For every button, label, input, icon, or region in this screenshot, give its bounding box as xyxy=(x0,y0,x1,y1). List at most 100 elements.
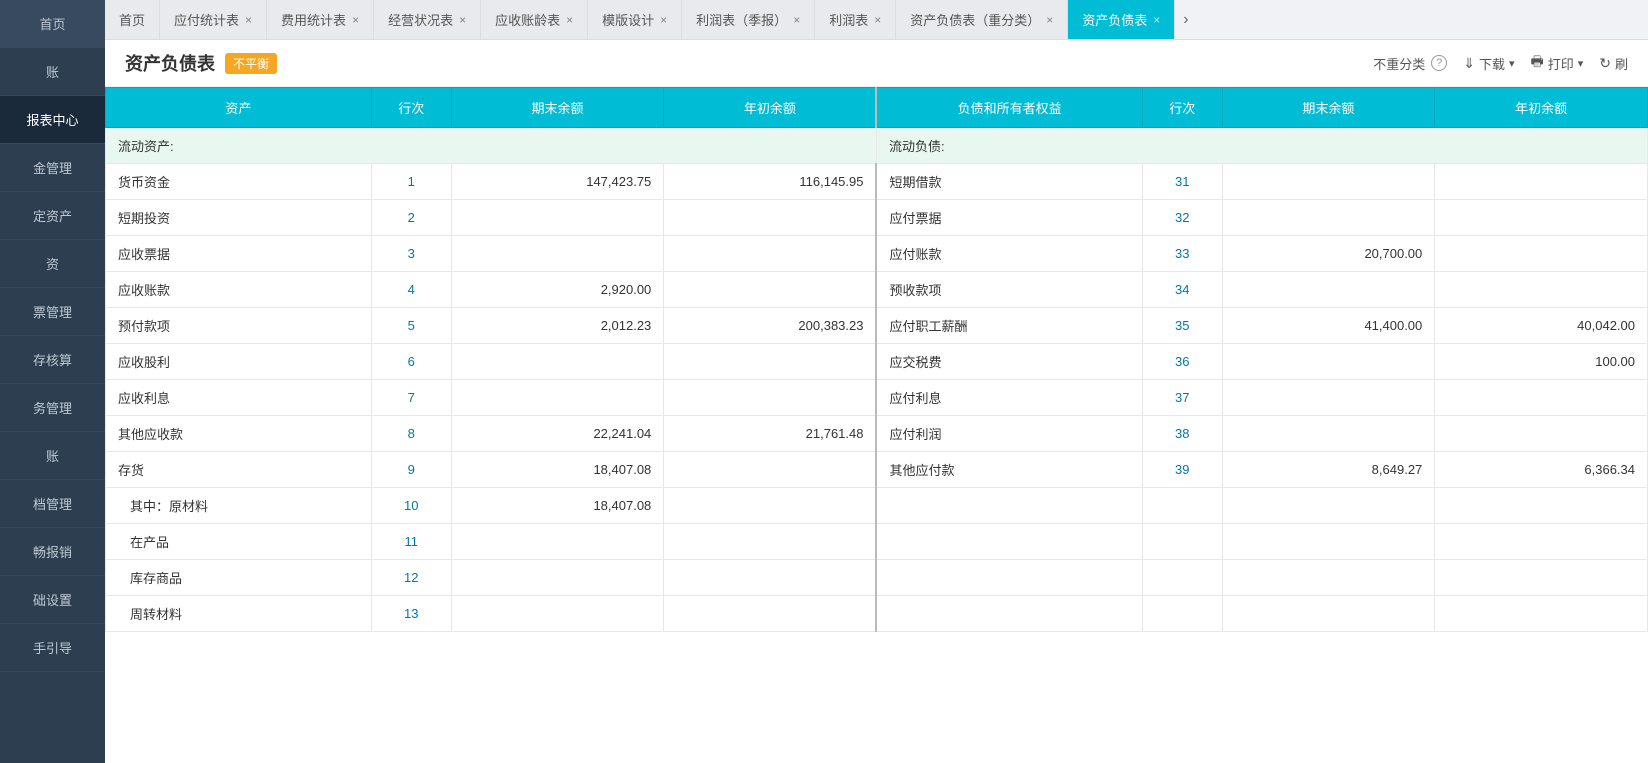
end-balance2[interactable]: 20,700.00 xyxy=(1222,236,1435,272)
end-balance2[interactable] xyxy=(1222,272,1435,308)
start-balance2[interactable] xyxy=(1435,596,1648,632)
start-balance[interactable]: 200,383.23 xyxy=(664,308,877,344)
sidebar-item-guide[interactable]: 手引导 xyxy=(0,624,105,672)
asset-name[interactable]: 短期投资 xyxy=(106,200,372,236)
asset-name[interactable]: 其中：原材料 xyxy=(106,488,372,524)
tab-close-payable-stats[interactable]: × xyxy=(245,13,252,27)
end-balance2[interactable]: 8,649.27 xyxy=(1222,452,1435,488)
tab-operation-status[interactable]: 经营状况表 × xyxy=(374,0,481,40)
asset-name[interactable]: 应收账款 xyxy=(106,272,372,308)
liab-name[interactable]: 短期借款 xyxy=(876,164,1142,200)
start-balance[interactable] xyxy=(664,236,877,272)
start-balance[interactable] xyxy=(664,524,877,560)
liab-name[interactable]: 其他应付款 xyxy=(876,452,1142,488)
liab-name[interactable]: 预收款项 xyxy=(876,272,1142,308)
sidebar-item-expense[interactable]: 畅报销 xyxy=(0,528,105,576)
tab-expense-stats[interactable]: 费用统计表 × xyxy=(267,0,374,40)
action-download[interactable]: ⇓ 下载 ▾ xyxy=(1463,54,1514,73)
start-balance2[interactable] xyxy=(1435,416,1648,452)
asset-name[interactable]: 其他应收款 xyxy=(106,416,372,452)
tab-close-balance-reclassified[interactable]: × xyxy=(1046,13,1053,27)
tab-close-profit[interactable]: × xyxy=(874,13,881,27)
end-balance[interactable]: 147,423.75 xyxy=(451,164,664,200)
action-refresh[interactable]: ↻ 刷 xyxy=(1599,54,1628,73)
start-balance2[interactable]: 6,366.34 xyxy=(1435,452,1648,488)
tab-close-operation-status[interactable]: × xyxy=(459,13,466,27)
asset-name[interactable]: 应收利息 xyxy=(106,380,372,416)
liab-name[interactable]: 应交税费 xyxy=(876,344,1142,380)
tab-close-profit-quarterly[interactable]: × xyxy=(793,13,800,27)
sidebar-item-settings[interactable]: 础设置 xyxy=(0,576,105,624)
end-balance[interactable]: 18,407.08 xyxy=(451,452,664,488)
start-balance2[interactable] xyxy=(1435,380,1648,416)
end-balance2[interactable] xyxy=(1222,596,1435,632)
end-balance2[interactable] xyxy=(1222,200,1435,236)
tab-close-template-design[interactable]: × xyxy=(660,13,667,27)
tab-close-balance-sheet[interactable]: × xyxy=(1153,13,1160,27)
end-balance[interactable] xyxy=(451,344,664,380)
start-balance[interactable]: 21,761.48 xyxy=(664,416,877,452)
liab-name[interactable] xyxy=(876,560,1142,596)
sidebar-item-account2[interactable]: 账 xyxy=(0,432,105,480)
asset-name[interactable]: 库存商品 xyxy=(106,560,372,596)
start-balance2[interactable]: 100.00 xyxy=(1435,344,1648,380)
end-balance[interactable]: 2,920.00 xyxy=(451,272,664,308)
liab-name[interactable]: 应付职工薪酬 xyxy=(876,308,1142,344)
asset-name[interactable]: 货币资金 xyxy=(106,164,372,200)
start-balance[interactable] xyxy=(664,200,877,236)
start-balance2[interactable] xyxy=(1435,488,1648,524)
end-balance[interactable] xyxy=(451,560,664,596)
liab-name[interactable] xyxy=(876,596,1142,632)
tab-template-design[interactable]: 模版设计 × xyxy=(588,0,682,40)
action-category[interactable]: 不重分类 ? xyxy=(1373,54,1447,73)
sidebar-item-inventory[interactable]: 存核算 xyxy=(0,336,105,384)
sidebar-item-account[interactable]: 账 xyxy=(0,48,105,96)
sidebar-item-home[interactable]: 首页 xyxy=(0,0,105,48)
start-balance[interactable] xyxy=(664,272,877,308)
end-balance[interactable] xyxy=(451,236,664,272)
liab-name[interactable]: 应付利息 xyxy=(876,380,1142,416)
tab-payable-stats[interactable]: 应付统计表 × xyxy=(160,0,267,40)
end-balance2[interactable] xyxy=(1222,344,1435,380)
tab-scroll-right[interactable]: › xyxy=(1175,0,1196,40)
tab-close-receivable-aging[interactable]: × xyxy=(566,13,573,27)
liab-name[interactable]: 应付账款 xyxy=(876,236,1142,272)
start-balance[interactable] xyxy=(664,596,877,632)
tab-balance-reclassified[interactable]: 资产负债表（重分类） × xyxy=(896,0,1068,40)
sidebar-item-fixed-assets[interactable]: 定资产 xyxy=(0,192,105,240)
liab-name[interactable] xyxy=(876,488,1142,524)
sidebar-item-files[interactable]: 档管理 xyxy=(0,480,105,528)
end-balance[interactable]: 18,407.08 xyxy=(451,488,664,524)
start-balance2[interactable] xyxy=(1435,164,1648,200)
start-balance2[interactable]: 40,042.00 xyxy=(1435,308,1648,344)
liab-name[interactable]: 应付利润 xyxy=(876,416,1142,452)
tab-profit[interactable]: 利润表 × xyxy=(815,0,896,40)
end-balance[interactable]: 2,012.23 xyxy=(451,308,664,344)
end-balance[interactable] xyxy=(451,200,664,236)
tab-profit-quarterly[interactable]: 利润表（季报） × xyxy=(682,0,815,40)
start-balance2[interactable] xyxy=(1435,272,1648,308)
end-balance2[interactable] xyxy=(1222,380,1435,416)
tab-receivable-aging[interactable]: 应收账龄表 × xyxy=(481,0,588,40)
end-balance[interactable] xyxy=(451,596,664,632)
asset-name[interactable]: 预付款项 xyxy=(106,308,372,344)
start-balance[interactable]: 116,145.95 xyxy=(664,164,877,200)
tab-home[interactable]: 首页 xyxy=(105,0,160,40)
end-balance2[interactable] xyxy=(1222,416,1435,452)
start-balance[interactable] xyxy=(664,488,877,524)
start-balance2[interactable] xyxy=(1435,524,1648,560)
asset-name[interactable]: 周转材料 xyxy=(106,596,372,632)
end-balance[interactable] xyxy=(451,380,664,416)
end-balance[interactable]: 22,241.04 xyxy=(451,416,664,452)
tab-balance-sheet[interactable]: 资产负债表 × xyxy=(1068,0,1175,40)
end-balance2[interactable] xyxy=(1222,524,1435,560)
sidebar-item-tickets[interactable]: 票管理 xyxy=(0,288,105,336)
end-balance2[interactable] xyxy=(1222,560,1435,596)
start-balance2[interactable] xyxy=(1435,200,1648,236)
end-balance2[interactable] xyxy=(1222,164,1435,200)
start-balance2[interactable] xyxy=(1435,236,1648,272)
start-balance2[interactable] xyxy=(1435,560,1648,596)
asset-name[interactable]: 存货 xyxy=(106,452,372,488)
start-balance[interactable] xyxy=(664,380,877,416)
start-balance[interactable] xyxy=(664,560,877,596)
